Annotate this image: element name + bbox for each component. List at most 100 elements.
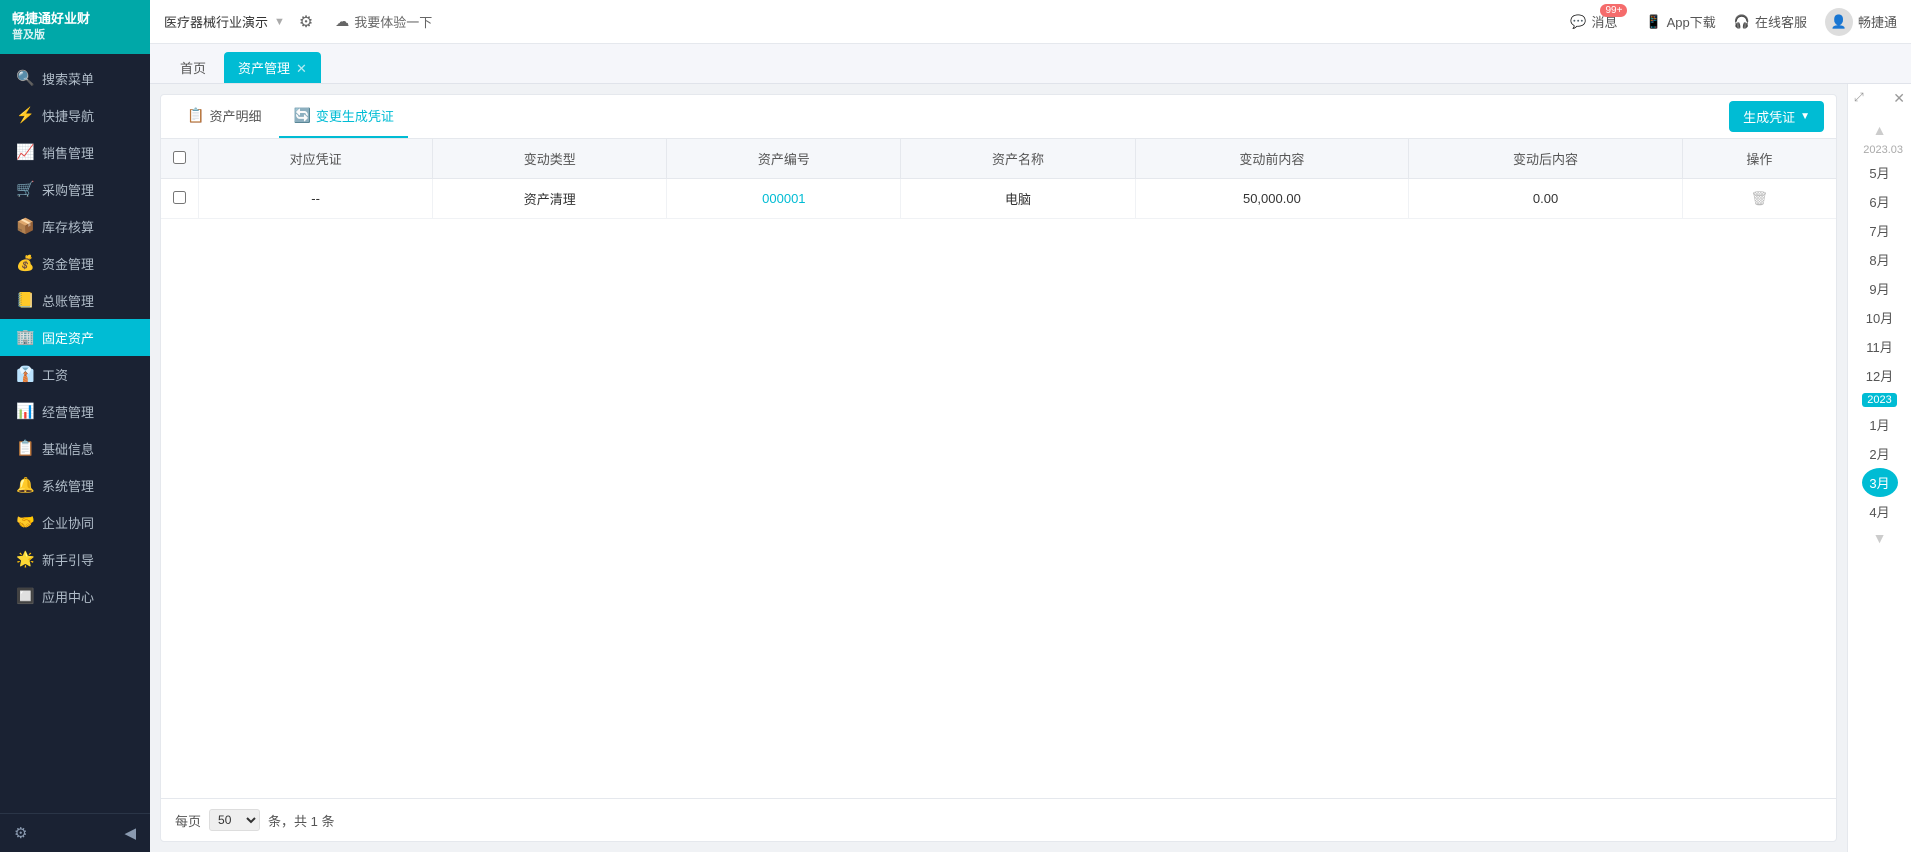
app-download-action[interactable]: 📱 App下载 bbox=[1645, 12, 1715, 31]
avatar-icon: 👤 bbox=[1831, 14, 1847, 30]
sidebar-label-app-center: 应用中心 bbox=[42, 587, 94, 606]
per-page-select[interactable]: 102050100 bbox=[209, 809, 260, 831]
sidebar-label-ledger: 总账管理 bbox=[42, 291, 94, 310]
th-after-change: 变动后内容 bbox=[1409, 139, 1683, 179]
sidebar-item-fixed-assets[interactable]: 🏢固定资产 bbox=[0, 319, 150, 356]
cal-month-prev-6月[interactable]: 6月 bbox=[1862, 187, 1897, 216]
sidebar-item-inventory[interactable]: 📦库存核算 bbox=[0, 208, 150, 245]
cal-month-prev-9月[interactable]: 9月 bbox=[1862, 274, 1897, 303]
sub-tab-asset-detail[interactable]: 📋资产明细 bbox=[173, 95, 275, 138]
calendar-scroll-down[interactable]: ▼ bbox=[1869, 526, 1891, 550]
app-edition: 普及版 bbox=[12, 28, 138, 43]
app-title: 畅捷通好业财 bbox=[12, 10, 138, 28]
row-operation-0: 🗑 bbox=[1682, 179, 1836, 219]
topbar: 医疗器械行业演示 ▼ ⚙ ☁ 我要体验一下 💬 消息 99+ 📱 App下载 🎧… bbox=[150, 0, 1911, 44]
sidebar-label-operations: 经营管理 bbox=[42, 402, 94, 421]
asset-detail-tab-icon: 📋 bbox=[187, 107, 204, 124]
sidebar-label-search: 搜索菜单 bbox=[42, 69, 94, 88]
row-asset-code-0: 000001 bbox=[667, 179, 901, 219]
sidebar-item-quick-nav[interactable]: ⚡快捷导航 bbox=[0, 97, 150, 134]
table-header-row: 对应凭证 变动类型 资产编号 资产名称 变动前内容 变动后内容 操作 bbox=[161, 139, 1836, 179]
pagination: 每页 102050100 条，共 1 条 bbox=[161, 798, 1836, 841]
calendar-scroll-up[interactable]: ▲ bbox=[1869, 118, 1891, 142]
collapse-icon[interactable]: ◀ bbox=[124, 824, 136, 842]
sidebar-item-guide[interactable]: 🌟新手引导 bbox=[0, 541, 150, 578]
generate-voucher-label: 生成凭证 bbox=[1743, 107, 1795, 126]
sidebar-label-sales: 销售管理 bbox=[42, 143, 94, 162]
th-before-change: 变动前内容 bbox=[1135, 139, 1409, 179]
th-asset-name: 资产名称 bbox=[901, 139, 1135, 179]
row-checkbox-0[interactable] bbox=[173, 191, 186, 204]
th-asset-code: 资产编号 bbox=[667, 139, 901, 179]
sidebar-item-operations[interactable]: 📊经营管理 bbox=[0, 393, 150, 430]
cal-month-prev-10月[interactable]: 10月 bbox=[1862, 303, 1897, 332]
sidebar-item-salary[interactable]: 👔工资 bbox=[0, 356, 150, 393]
cal-month-prev-11月[interactable]: 11月 bbox=[1862, 332, 1897, 361]
row-voucher-0: -- bbox=[199, 179, 433, 219]
topbar-settings-icon[interactable]: ⚙ bbox=[299, 12, 313, 32]
sidebar-label-basic-info: 基础信息 bbox=[42, 439, 94, 458]
settings-icon[interactable]: ⚙ bbox=[14, 824, 27, 842]
sidebar-label-guide: 新手引导 bbox=[42, 550, 94, 569]
online-service-action[interactable]: 🎧 在线客服 bbox=[1734, 12, 1807, 31]
main: 医疗器械行业演示 ▼ ⚙ ☁ 我要体验一下 💬 消息 99+ 📱 App下载 🎧… bbox=[150, 0, 1911, 852]
sidebar-item-system[interactable]: 🔔系统管理 bbox=[0, 467, 150, 504]
cal-month-prev-7月[interactable]: 7月 bbox=[1862, 216, 1897, 245]
sidebar-item-ledger[interactable]: 📒总账管理 bbox=[0, 282, 150, 319]
th-checkbox bbox=[161, 139, 199, 179]
row-change-type-0: 资产清理 bbox=[433, 179, 667, 219]
tab-close-icon[interactable]: ✕ bbox=[296, 61, 307, 76]
cal-month-1月[interactable]: 1月 bbox=[1862, 410, 1898, 439]
sub-tabs-left: 📋资产明细🔄变更生成凭证 bbox=[173, 95, 408, 138]
cal-month-3月[interactable]: 3月 bbox=[1862, 468, 1898, 497]
sidebar-item-search[interactable]: 🔍 搜索菜单 bbox=[0, 60, 150, 97]
user-profile[interactable]: 👤 畅捷通 bbox=[1825, 8, 1897, 36]
cal-month-prev-8月[interactable]: 8月 bbox=[1862, 245, 1897, 274]
tab-asset-management[interactable]: 资产管理✕ bbox=[224, 52, 321, 83]
cal-month-2月[interactable]: 2月 bbox=[1862, 439, 1898, 468]
try-experience[interactable]: ☁ 我要体验一下 bbox=[335, 12, 432, 31]
sub-tabs: 📋资产明细🔄变更生成凭证 生成凭证 ▼ bbox=[161, 95, 1836, 139]
sidebar-bottom: ⚙ ◀ bbox=[0, 813, 150, 852]
inventory-icon: 📦 bbox=[16, 217, 34, 235]
sidebar-item-purchase[interactable]: 🛒采购管理 bbox=[0, 171, 150, 208]
try-label: 我要体验一下 bbox=[354, 12, 432, 31]
app-download-icon: 📱 bbox=[1645, 14, 1661, 30]
online-service-icon: 🎧 bbox=[1734, 14, 1750, 30]
sidebar-item-app-center[interactable]: 🔲 应用中心 bbox=[0, 578, 150, 615]
fixed-assets-icon: 🏢 bbox=[16, 328, 34, 346]
cal-month-prev-5月[interactable]: 5月 bbox=[1862, 158, 1897, 187]
content: 首页资产管理✕ 📋资产明细🔄变更生成凭证 生成凭证 ▼ bbox=[150, 44, 1911, 852]
asset-table: 对应凭证 变动类型 资产编号 资产名称 变动前内容 变动后内容 操作 -- bbox=[161, 139, 1836, 219]
row-after-change-0: 0.00 bbox=[1409, 179, 1683, 219]
th-operation: 操作 bbox=[1682, 139, 1836, 179]
delete-icon-0[interactable]: 🗑 bbox=[1751, 190, 1769, 206]
messages-action[interactable]: 💬 消息 99+ bbox=[1570, 12, 1617, 31]
calendar-resize-icon[interactable]: ⤢ bbox=[1854, 90, 1864, 105]
search-icon: 🔍 bbox=[16, 69, 34, 87]
topbar-right: 💬 消息 99+ 📱 App下载 🎧 在线客服 👤 畅捷通 bbox=[1570, 8, 1897, 36]
tab-home[interactable]: 首页 bbox=[166, 52, 220, 83]
select-all-checkbox[interactable] bbox=[173, 151, 186, 164]
user-name: 畅捷通 bbox=[1858, 12, 1897, 31]
sidebar-logo: 畅捷通好业财 普及版 bbox=[0, 0, 150, 54]
online-service-label: 在线客服 bbox=[1755, 12, 1807, 31]
sidebar-item-basic-info[interactable]: 📋基础信息 bbox=[0, 430, 150, 467]
cal-month-4月[interactable]: 4月 bbox=[1862, 497, 1898, 526]
cal-month-prev-12月[interactable]: 12月 bbox=[1862, 361, 1897, 390]
generate-arrow-icon: ▼ bbox=[1800, 111, 1810, 122]
sidebar-label-enterprise: 企业协同 bbox=[42, 513, 94, 532]
company-selector[interactable]: 医疗器械行业演示 ▼ bbox=[164, 12, 285, 31]
calendar-close-icon[interactable]: ✕ bbox=[1893, 90, 1905, 107]
sidebar-item-enterprise[interactable]: 🤝企业协同 bbox=[0, 504, 150, 541]
table-container: 对应凭证 变动类型 资产编号 资产名称 变动前内容 变动后内容 操作 -- bbox=[161, 139, 1836, 798]
sidebar-item-funds[interactable]: 💰资金管理 bbox=[0, 245, 150, 282]
system-icon: 🔔 bbox=[16, 476, 34, 494]
sidebar-label-quick-nav: 快捷导航 bbox=[42, 106, 94, 125]
generate-voucher-button[interactable]: 生成凭证 ▼ bbox=[1729, 101, 1824, 132]
sidebar-nav: 🔍 搜索菜单 ⚡快捷导航📈销售管理🛒采购管理📦库存核算💰资金管理📒总账管理🏢固定资产… bbox=[0, 54, 150, 813]
app-center-icon: 🔲 bbox=[16, 587, 34, 605]
sub-tab-change-voucher[interactable]: 🔄变更生成凭证 bbox=[279, 95, 407, 138]
row-before-change-0: 50,000.00 bbox=[1135, 179, 1409, 219]
sidebar-item-sales[interactable]: 📈销售管理 bbox=[0, 134, 150, 171]
